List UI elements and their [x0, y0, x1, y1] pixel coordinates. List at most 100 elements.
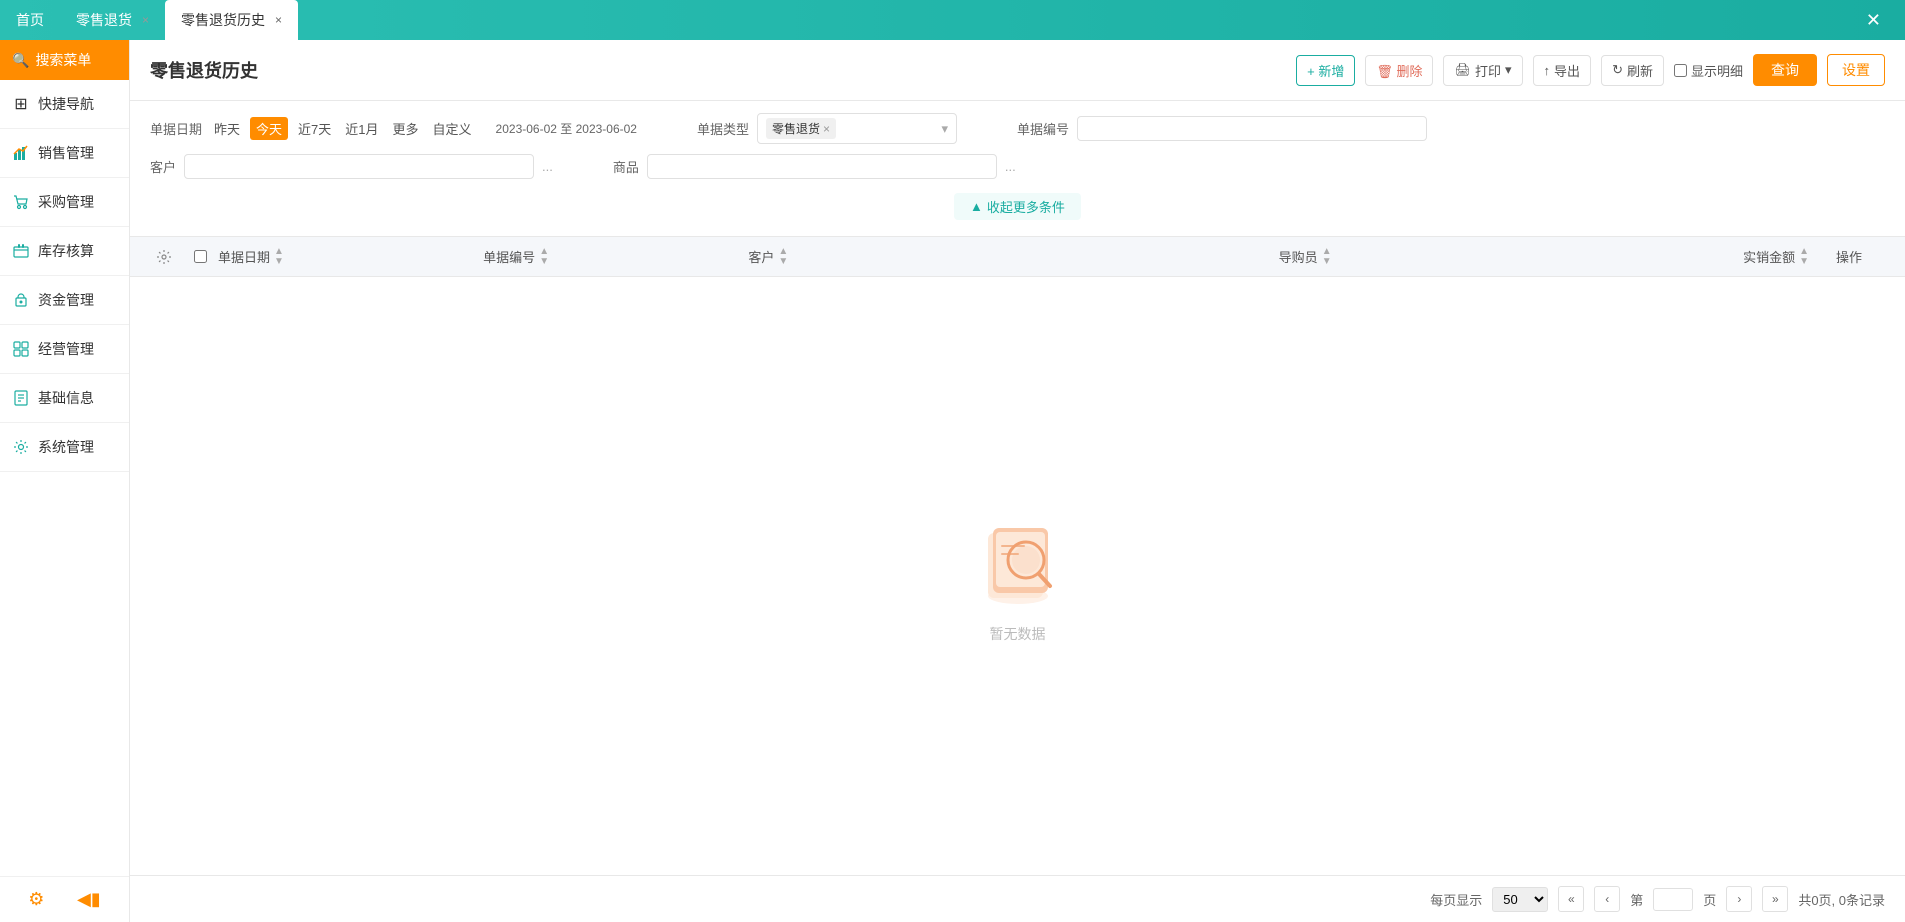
print-label: 打印: [1475, 61, 1501, 80]
filter-order-input[interactable]: [1077, 116, 1427, 141]
page-label: 第: [1630, 890, 1643, 909]
filter-date-range: 2023-06-02 至 2023-06-02: [496, 120, 637, 137]
th-order[interactable]: 单据编号 ▲▼: [483, 247, 748, 267]
filter-collapse-bar: ▲ 收起更多条件: [150, 189, 1885, 224]
tab-home-label: 首页: [16, 10, 44, 30]
filter-collapse-button[interactable]: ▲ 收起更多条件: [954, 193, 1081, 220]
prev-page-button[interactable]: ‹: [1594, 886, 1620, 912]
pagination-bar: 每页显示 20 50 100 « ‹ 第 1 页 › » 共0页, 0条记录: [130, 875, 1905, 922]
date-option-yesterday[interactable]: 昨天: [210, 117, 244, 140]
per-page-select[interactable]: 20 50 100: [1492, 887, 1548, 912]
next-page-button[interactable]: ›: [1726, 886, 1752, 912]
page-header: 零售退货历史 + 新增 🗑 删除 🖨 打印 ▾ ↑ 导出 ↻ 刷新: [130, 40, 1905, 101]
sidebar-item-basic-info-label: 基础信息: [38, 388, 94, 408]
filter-customer-input[interactable]: [184, 154, 534, 179]
system-icon: [12, 438, 30, 456]
filter-goods-ellipsis[interactable]: ...: [1005, 159, 1016, 174]
date-option-7days[interactable]: 近7天: [294, 117, 335, 140]
purchase-icon: [12, 193, 30, 211]
filter-row-1: 单据日期 昨天 今天 近7天 近1月 更多 自定义 2023-06-02 至 2…: [150, 113, 1885, 144]
print-button[interactable]: 🖨 打印 ▾: [1443, 55, 1522, 86]
order-sort-icon[interactable]: ▲▼: [539, 247, 549, 267]
collapse-label: 收起更多条件: [987, 197, 1065, 216]
sidebar-item-basic-info[interactable]: 基础信息: [0, 374, 129, 423]
sidebar-item-operations[interactable]: 经营管理: [0, 325, 129, 374]
date-option-today[interactable]: 今天: [250, 117, 288, 140]
last-page-icon: »: [1772, 892, 1779, 906]
first-page-button[interactable]: «: [1558, 886, 1584, 912]
th-customer[interactable]: 客户 ▲▼: [748, 247, 1278, 267]
per-page-label: 每页显示: [1430, 890, 1482, 909]
tab-retail-return[interactable]: 零售退货 ×: [60, 0, 165, 40]
tab-home[interactable]: 首页: [0, 0, 60, 40]
query-button[interactable]: 查询: [1753, 54, 1817, 86]
last-page-button[interactable]: »: [1762, 886, 1788, 912]
th-amount-label: 实销金额: [1743, 247, 1795, 266]
current-page-input[interactable]: 1: [1653, 888, 1693, 911]
filter-goods-item: 商品 ...: [613, 154, 1016, 179]
first-page-icon: «: [1568, 892, 1575, 906]
close-window-button[interactable]: ✕: [1858, 6, 1889, 35]
top-bar: 首页 零售退货 × 零售退货历史 × ✕: [0, 0, 1905, 40]
th-guide[interactable]: 导购员 ▲▼: [1279, 247, 1544, 267]
sidebar-item-inventory[interactable]: 库存核算: [0, 227, 129, 276]
th-order-label: 单据编号: [483, 247, 535, 266]
select-all-checkbox[interactable]: [194, 250, 207, 263]
sidebar-item-sales[interactable]: 销售管理: [0, 129, 129, 178]
delete-button[interactable]: 🗑 删除: [1365, 55, 1433, 86]
tab-retail-return-history[interactable]: 零售退货历史 ×: [165, 0, 298, 40]
sidebar-item-finance-label: 资金管理: [38, 290, 94, 310]
sidebar-item-purchase[interactable]: 采购管理: [0, 178, 129, 227]
sidebar-search[interactable]: 🔍 搜索菜单: [0, 40, 129, 80]
sidebar-item-operations-label: 经营管理: [38, 339, 94, 359]
empty-illustration: [968, 508, 1068, 608]
pagination-total: 共0页, 0条记录: [1798, 890, 1885, 909]
filter-type-select[interactable]: 零售退货 × ▾: [757, 113, 957, 144]
empty-state: 暂无数据: [130, 277, 1905, 875]
sidebar-item-system[interactable]: 系统管理: [0, 423, 129, 472]
th-check[interactable]: [182, 250, 218, 263]
sidebar-item-quick-nav[interactable]: ⊞ 快捷导航: [0, 80, 129, 129]
table-container: 单据日期 ▲▼ 单据编号 ▲▼ 客户 ▲▼: [130, 237, 1905, 875]
settings-button[interactable]: 设置: [1827, 54, 1885, 86]
sidebar-item-inventory-label: 库存核算: [38, 241, 94, 261]
show-detail-checkbox[interactable]: 显示明细: [1674, 61, 1743, 80]
filter-customer-ellipsis[interactable]: ...: [542, 159, 553, 174]
th-amount[interactable]: 实销金额 ▲▼: [1544, 247, 1809, 267]
add-button[interactable]: + 新增: [1296, 55, 1355, 86]
refresh-button[interactable]: ↻ 刷新: [1601, 55, 1664, 86]
sidebar-item-quick-nav-label: 快捷导航: [38, 94, 94, 114]
customer-sort-icon[interactable]: ▲▼: [778, 247, 788, 267]
th-gear[interactable]: [146, 249, 182, 265]
filter-type-tag-remove[interactable]: ×: [823, 122, 830, 136]
audio-icon[interactable]: ◀▮: [77, 889, 101, 910]
search-icon: 🔍: [12, 52, 29, 69]
export-button[interactable]: ↑ 导出: [1533, 55, 1592, 86]
tab-retail-return-close[interactable]: ×: [142, 13, 149, 27]
tab-retail-return-label: 零售退货: [76, 10, 132, 30]
guide-sort-icon[interactable]: ▲▼: [1322, 247, 1332, 267]
sidebar-item-finance[interactable]: 资金管理: [0, 276, 129, 325]
th-date[interactable]: 单据日期 ▲▼: [218, 247, 483, 267]
show-detail-input[interactable]: [1674, 64, 1687, 77]
filter-row-2: 客户 ... 商品 ...: [150, 154, 1885, 179]
export-label: 导出: [1554, 61, 1580, 80]
refresh-icon: ↻: [1612, 62, 1623, 78]
page-title: 零售退货历史: [150, 57, 258, 83]
date-option-custom[interactable]: 自定义: [429, 117, 476, 140]
filter-customer-item: 客户 ...: [150, 154, 553, 179]
filter-type-tag: 零售退货 ×: [766, 118, 836, 139]
amount-sort-icon[interactable]: ▲▼: [1799, 247, 1809, 267]
filter-goods-input[interactable]: [647, 154, 997, 179]
filter-date-label: 单据日期: [150, 119, 202, 138]
date-option-more[interactable]: 更多: [389, 117, 423, 140]
settings-gear-icon[interactable]: ⚙: [28, 889, 44, 910]
empty-text: 暂无数据: [990, 624, 1046, 644]
print-dropdown-icon: ▾: [1505, 62, 1512, 78]
date-option-1month[interactable]: 近1月: [341, 117, 382, 140]
filter-order-item: 单据编号: [1017, 116, 1427, 141]
tab-retail-return-history-close[interactable]: ×: [275, 13, 282, 27]
print-icon: 🖨: [1454, 62, 1471, 78]
date-sort-icon[interactable]: ▲▼: [274, 247, 284, 267]
filter-goods-label: 商品: [613, 157, 639, 176]
